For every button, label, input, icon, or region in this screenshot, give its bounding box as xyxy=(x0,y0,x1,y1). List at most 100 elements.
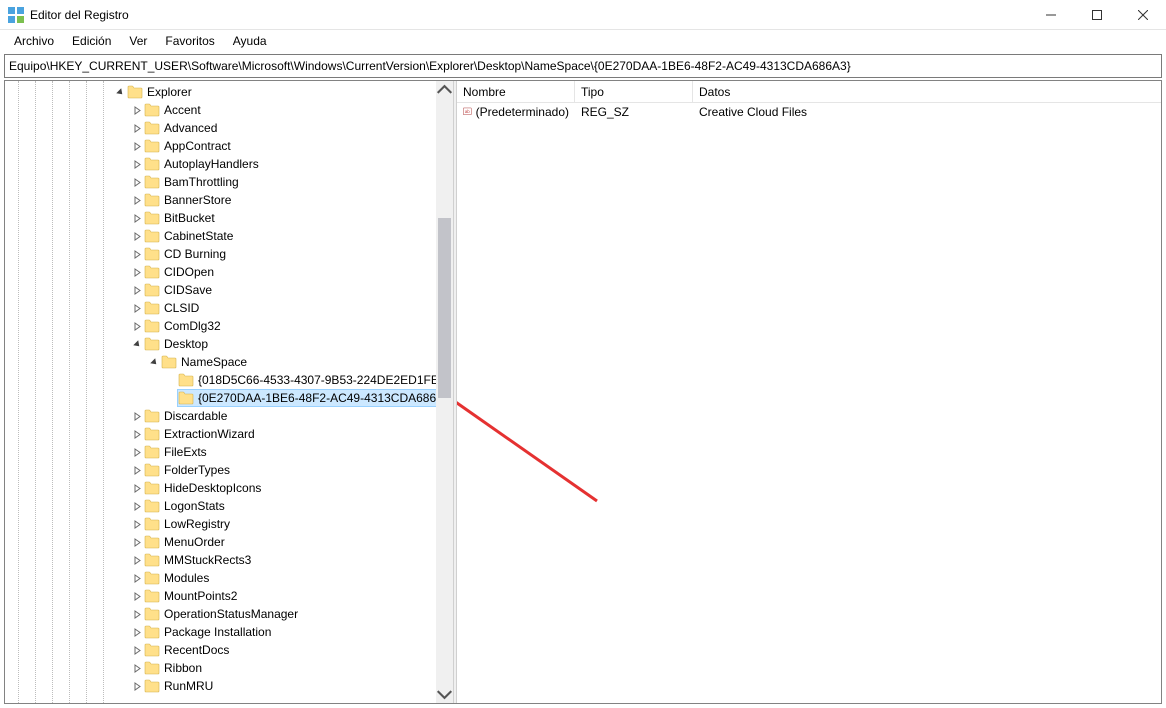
tree-node-label: {0E270DAA-1BE6-48F2-AC49-4313CDA686A3} xyxy=(198,391,436,405)
values-pane: Nombre Tipo Datos ab (Predeterminado) RE… xyxy=(457,81,1161,703)
folder-icon xyxy=(144,283,160,297)
collapse-icon[interactable] xyxy=(130,337,144,351)
folder-icon xyxy=(144,499,160,513)
registry-tree[interactable]: Explorer Accent Advanced AppContract Aut… xyxy=(5,81,436,703)
expand-icon[interactable] xyxy=(130,517,144,531)
tree-node-label: CD Burning xyxy=(164,247,226,261)
tree-node-label: RunMRU xyxy=(164,679,213,693)
tree-node-label: BamThrottling xyxy=(164,175,239,189)
minimize-button[interactable] xyxy=(1028,0,1074,30)
folder-icon xyxy=(144,607,160,621)
expand-icon[interactable] xyxy=(130,319,144,333)
expand-icon[interactable] xyxy=(130,103,144,117)
tree-scrollbar[interactable] xyxy=(436,81,453,703)
expand-icon[interactable] xyxy=(130,499,144,513)
expand-icon[interactable] xyxy=(130,679,144,693)
folder-icon xyxy=(144,679,160,693)
expand-icon[interactable] xyxy=(130,463,144,477)
string-value-icon: ab xyxy=(463,105,472,119)
expand-icon[interactable] xyxy=(130,643,144,657)
tree-node-label: AppContract xyxy=(164,139,231,153)
column-data[interactable]: Datos xyxy=(693,81,1161,102)
tree-node-label: LowRegistry xyxy=(164,517,230,531)
folder-icon xyxy=(144,211,160,225)
tree-node-label: NameSpace xyxy=(181,355,247,369)
tree-node-label: OperationStatusManager xyxy=(164,607,298,621)
address-bar[interactable] xyxy=(4,54,1162,78)
address-input[interactable] xyxy=(9,59,1157,73)
tree-node-label: FileExts xyxy=(164,445,207,459)
expand-icon[interactable] xyxy=(130,157,144,171)
expand-icon[interactable] xyxy=(130,625,144,639)
tree-node-label: CabinetState xyxy=(164,229,233,243)
expand-icon[interactable] xyxy=(130,229,144,243)
expand-icon[interactable] xyxy=(130,553,144,567)
folder-icon xyxy=(144,643,160,657)
svg-text:ab: ab xyxy=(465,110,470,115)
expand-icon[interactable] xyxy=(130,607,144,621)
expand-icon[interactable] xyxy=(130,427,144,441)
menu-file[interactable]: Archivo xyxy=(6,32,62,50)
folder-icon xyxy=(178,391,194,405)
folder-icon xyxy=(144,625,160,639)
expand-icon[interactable] xyxy=(130,247,144,261)
folder-icon xyxy=(161,355,177,369)
expand-icon[interactable] xyxy=(130,445,144,459)
expand-icon[interactable] xyxy=(130,481,144,495)
expand-icon[interactable] xyxy=(130,265,144,279)
expand-icon[interactable] xyxy=(130,175,144,189)
folder-icon xyxy=(144,337,160,351)
folder-icon xyxy=(144,571,160,585)
regedit-icon xyxy=(8,7,24,23)
expand-icon[interactable] xyxy=(130,301,144,315)
folder-icon xyxy=(144,661,160,675)
folder-icon xyxy=(144,265,160,279)
menu-favorites[interactable]: Favoritos xyxy=(157,32,222,50)
tree-node-label: Discardable xyxy=(164,409,227,423)
folder-icon xyxy=(144,175,160,189)
menu-edit[interactable]: Edición xyxy=(64,32,119,50)
expand-icon[interactable] xyxy=(130,121,144,135)
folder-icon xyxy=(144,139,160,153)
collapse-icon[interactable] xyxy=(113,85,127,99)
tree-node-label: Desktop xyxy=(164,337,208,351)
expand-icon[interactable] xyxy=(130,571,144,585)
expand-icon[interactable] xyxy=(130,283,144,297)
folder-icon xyxy=(144,517,160,531)
scroll-up-button[interactable] xyxy=(436,81,453,98)
expand-icon[interactable] xyxy=(130,661,144,675)
menu-help[interactable]: Ayuda xyxy=(225,32,275,50)
tree-node-label: AutoplayHandlers xyxy=(164,157,259,171)
scroll-thumb[interactable] xyxy=(438,218,451,398)
tree-node-label: Advanced xyxy=(164,121,217,135)
expand-icon[interactable] xyxy=(130,139,144,153)
folder-icon xyxy=(144,427,160,441)
value-row[interactable]: ab (Predeterminado) REG_SZ Creative Clou… xyxy=(457,103,1161,121)
expand-icon[interactable] xyxy=(130,589,144,603)
expand-icon[interactable] xyxy=(130,535,144,549)
tree-node-label: Modules xyxy=(164,571,209,585)
maximize-button[interactable] xyxy=(1074,0,1120,30)
value-type: REG_SZ xyxy=(575,104,693,120)
folder-icon xyxy=(144,463,160,477)
expand-icon[interactable] xyxy=(130,193,144,207)
column-name[interactable]: Nombre xyxy=(457,81,575,102)
tree-node-label: ExtractionWizard xyxy=(164,427,255,441)
collapse-icon[interactable] xyxy=(147,355,161,369)
folder-icon xyxy=(144,229,160,243)
scroll-down-button[interactable] xyxy=(436,686,453,703)
expand-icon[interactable] xyxy=(130,409,144,423)
column-headers: Nombre Tipo Datos xyxy=(457,81,1161,103)
scroll-track[interactable] xyxy=(436,98,453,686)
tree-node-label: Package Installation xyxy=(164,625,271,639)
main-panes: Explorer Accent Advanced AppContract Aut… xyxy=(4,80,1162,704)
menu-view[interactable]: Ver xyxy=(121,32,155,50)
expand-icon[interactable] xyxy=(130,211,144,225)
close-button[interactable] xyxy=(1120,0,1166,30)
tree-node-label: MMStuckRects3 xyxy=(164,553,251,567)
folder-icon xyxy=(144,589,160,603)
column-type[interactable]: Tipo xyxy=(575,81,693,102)
tree-node-label: MenuOrder xyxy=(164,535,225,549)
tree-node-label: MountPoints2 xyxy=(164,589,237,603)
value-name-text: (Predeterminado) xyxy=(476,105,569,119)
